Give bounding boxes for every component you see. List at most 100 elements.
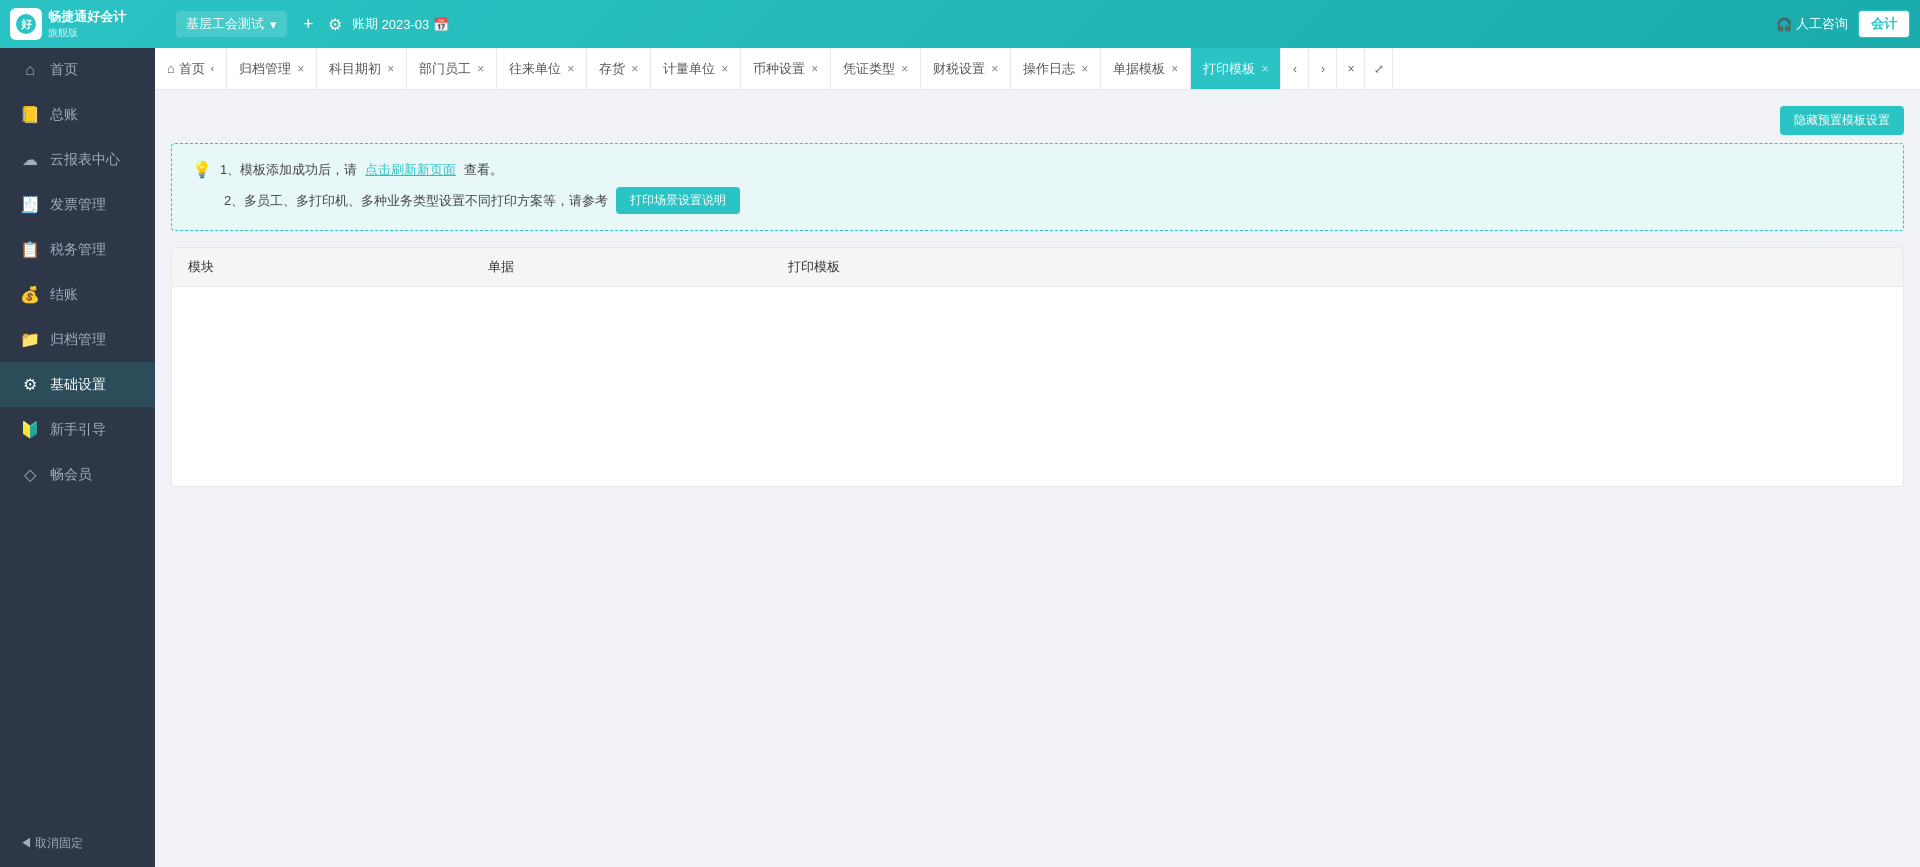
tab-print-tmpl-close[interactable]: ×	[1261, 62, 1268, 76]
tab-currency-label: 币种设置	[753, 60, 805, 78]
tab-op-log-close[interactable]: ×	[1081, 62, 1088, 76]
bulb-icon: 💡	[192, 160, 212, 179]
tab-currency[interactable]: 币种设置 ×	[741, 48, 831, 90]
tab-tax-settings-close[interactable]: ×	[991, 62, 998, 76]
home-tab-icon: ⌂	[167, 61, 175, 76]
tab-archive-mgmt-close[interactable]: ×	[297, 62, 304, 76]
tab-archive-mgmt[interactable]: 归档管理 ×	[227, 48, 317, 90]
sidebar-item-invoice[interactable]: 🧾 发票管理	[0, 182, 155, 227]
tab-voucher-type[interactable]: 凭证类型 ×	[831, 48, 921, 90]
tax-icon: 📋	[20, 240, 40, 259]
info-row-1: 💡 1、模板添加成功后，请 点击刷新新页面 查看。	[192, 160, 1883, 179]
tab-tax-settings[interactable]: 财税设置 ×	[921, 48, 1011, 90]
sidebar-item-guide[interactable]: 🔰 新手引导	[0, 407, 155, 452]
sidebar-label-invoice: 发票管理	[50, 196, 106, 214]
table-col-print: 打印模板	[788, 258, 1887, 276]
info-line1-pre: 1、模板添加成功后，请	[220, 161, 357, 179]
tab-single-tmpl-label: 单据模板	[1113, 60, 1165, 78]
add-button[interactable]: +	[299, 14, 318, 35]
tab-close-all-btn[interactable]: ×	[1337, 48, 1365, 90]
tab-inventory[interactable]: 存货 ×	[587, 48, 651, 90]
tab-dept-staff[interactable]: 部门员工 ×	[407, 48, 497, 90]
sidebar-item-settle[interactable]: 💰 结账	[0, 272, 155, 317]
info-box: 💡 1、模板添加成功后，请 点击刷新新页面 查看。 2、多员工、多打印机、多种业…	[171, 143, 1904, 231]
guide-icon: 🔰	[20, 420, 40, 439]
content-area: ⌂ 首页 ‹ 归档管理 × 科目期初 × 部门员工 × 往来单位 × 存货	[155, 48, 1920, 867]
top-header: 好 畅捷通好会计 旗舰版 基层工会测试 ▾ + ⚙ 账期 2023-03 📅 🎧…	[0, 0, 1920, 48]
sidebar-label-guide: 新手引导	[50, 421, 106, 439]
tab-bar: ⌂ 首页 ‹ 归档管理 × 科目期初 × 部门员工 × 往来单位 × 存货	[155, 48, 1920, 90]
tab-inventory-label: 存货	[599, 60, 625, 78]
page-content: 隐藏预置模板设置 💡 1、模板添加成功后，请 点击刷新新页面 查看。 2、多员工…	[155, 90, 1920, 867]
tab-print-tmpl-label: 打印模板	[1203, 60, 1255, 78]
tab-home[interactable]: ⌂ 首页 ‹	[155, 48, 227, 90]
company-selector[interactable]: 基层工会测试 ▾	[176, 11, 287, 37]
hide-preset-btn[interactable]: 隐藏预置模板设置	[1780, 106, 1904, 135]
tab-period-init-close[interactable]: ×	[387, 62, 394, 76]
tab-single-tmpl-close[interactable]: ×	[1171, 62, 1178, 76]
tab-voucher-type-label: 凭证类型	[843, 60, 895, 78]
tab-partners-close[interactable]: ×	[567, 62, 574, 76]
sidebar-bottom-label: ◀ 取消固定	[20, 835, 83, 852]
archive-icon: 📁	[20, 330, 40, 349]
ledger-icon: 📒	[20, 105, 40, 124]
svg-text:好: 好	[20, 18, 33, 30]
tab-single-tmpl[interactable]: 单据模板 ×	[1101, 48, 1191, 90]
period-label: 账期	[352, 15, 378, 33]
tab-expand-btn[interactable]: ⤢	[1365, 48, 1393, 90]
settle-icon: 💰	[20, 285, 40, 304]
tab-measure-unit-label: 计量单位	[663, 60, 715, 78]
tab-archive-mgmt-label: 归档管理	[239, 60, 291, 78]
tab-period-init[interactable]: 科目期初 ×	[317, 48, 407, 90]
tab-prev-btn[interactable]: ‹	[1281, 48, 1309, 90]
calendar-icon[interactable]: 📅	[433, 17, 449, 32]
sidebar-item-reports[interactable]: ☁ 云报表中心	[0, 137, 155, 182]
kuaiji-button[interactable]: 会计	[1858, 10, 1910, 38]
headset-icon: 🎧	[1776, 17, 1792, 32]
home-tab-chevron: ‹	[211, 63, 214, 74]
member-icon: ◇	[20, 465, 40, 484]
tab-inventory-close[interactable]: ×	[631, 62, 638, 76]
sidebar-item-ledger[interactable]: 📒 总账	[0, 92, 155, 137]
tab-measure-unit[interactable]: 计量单位 ×	[651, 48, 741, 90]
table-body	[171, 287, 1904, 487]
sidebar-item-archive[interactable]: 📁 归档管理	[0, 317, 155, 362]
top-right-actions: 隐藏预置模板设置	[171, 106, 1904, 135]
tab-print-tmpl[interactable]: 打印模板 ×	[1191, 48, 1281, 90]
sidebar-item-member[interactable]: ◇ 畅会员	[0, 452, 155, 497]
tab-op-log-label: 操作日志	[1023, 60, 1075, 78]
settings-button[interactable]: ⚙	[328, 15, 342, 34]
tab-partners[interactable]: 往来单位 ×	[497, 48, 587, 90]
tab-next-btn[interactable]: ›	[1309, 48, 1337, 90]
invoice-icon: 🧾	[20, 195, 40, 214]
info-line1-post: 查看。	[464, 161, 503, 179]
logo-area: 好 畅捷通好会计 旗舰版	[10, 8, 160, 40]
company-name: 基层工会测试	[186, 15, 264, 33]
cloud-icon: ☁	[20, 150, 40, 169]
main-container: ⌂ 首页 📒 总账 ☁ 云报表中心 🧾 发票管理 📋 税务管理 💰 结账 📁 归…	[0, 48, 1920, 867]
service-button[interactable]: 🎧 人工咨询	[1776, 15, 1848, 33]
home-tab-label: 首页	[179, 60, 205, 78]
sidebar-label-archive: 归档管理	[50, 331, 106, 349]
tab-voucher-type-close[interactable]: ×	[901, 62, 908, 76]
sidebar-item-tax[interactable]: 📋 税务管理	[0, 227, 155, 272]
tab-dept-staff-close[interactable]: ×	[477, 62, 484, 76]
info-line2-pre: 2、多员工、多打印机、多种业务类型设置不同打印方案等，请参考	[224, 192, 608, 210]
tab-op-log[interactable]: 操作日志 ×	[1011, 48, 1101, 90]
basic-icon: ⚙	[20, 375, 40, 394]
print-scene-btn[interactable]: 打印场景设置说明	[616, 187, 740, 214]
sidebar-unpin[interactable]: ◀ 取消固定	[0, 820, 155, 867]
info-row-2: 2、多员工、多打印机、多种业务类型设置不同打印方案等，请参考 打印场景设置说明	[192, 187, 1883, 214]
info-link-refresh[interactable]: 点击刷新新页面	[365, 161, 456, 179]
dropdown-icon: ▾	[270, 17, 277, 32]
sidebar-item-basic[interactable]: ⚙ 基础设置	[0, 362, 155, 407]
logo-sub-text: 旗舰版	[48, 26, 126, 40]
tab-currency-close[interactable]: ×	[811, 62, 818, 76]
tab-period-init-label: 科目期初	[329, 60, 381, 78]
sidebar-label-reports: 云报表中心	[50, 151, 120, 169]
sidebar-label-member: 畅会员	[50, 466, 92, 484]
sidebar-item-home[interactable]: ⌂ 首页	[0, 48, 155, 92]
print-template-table: 模块 单据 打印模板	[171, 247, 1904, 487]
header-actions: 🎧 人工咨询 会计	[1776, 10, 1910, 38]
tab-measure-unit-close[interactable]: ×	[721, 62, 728, 76]
